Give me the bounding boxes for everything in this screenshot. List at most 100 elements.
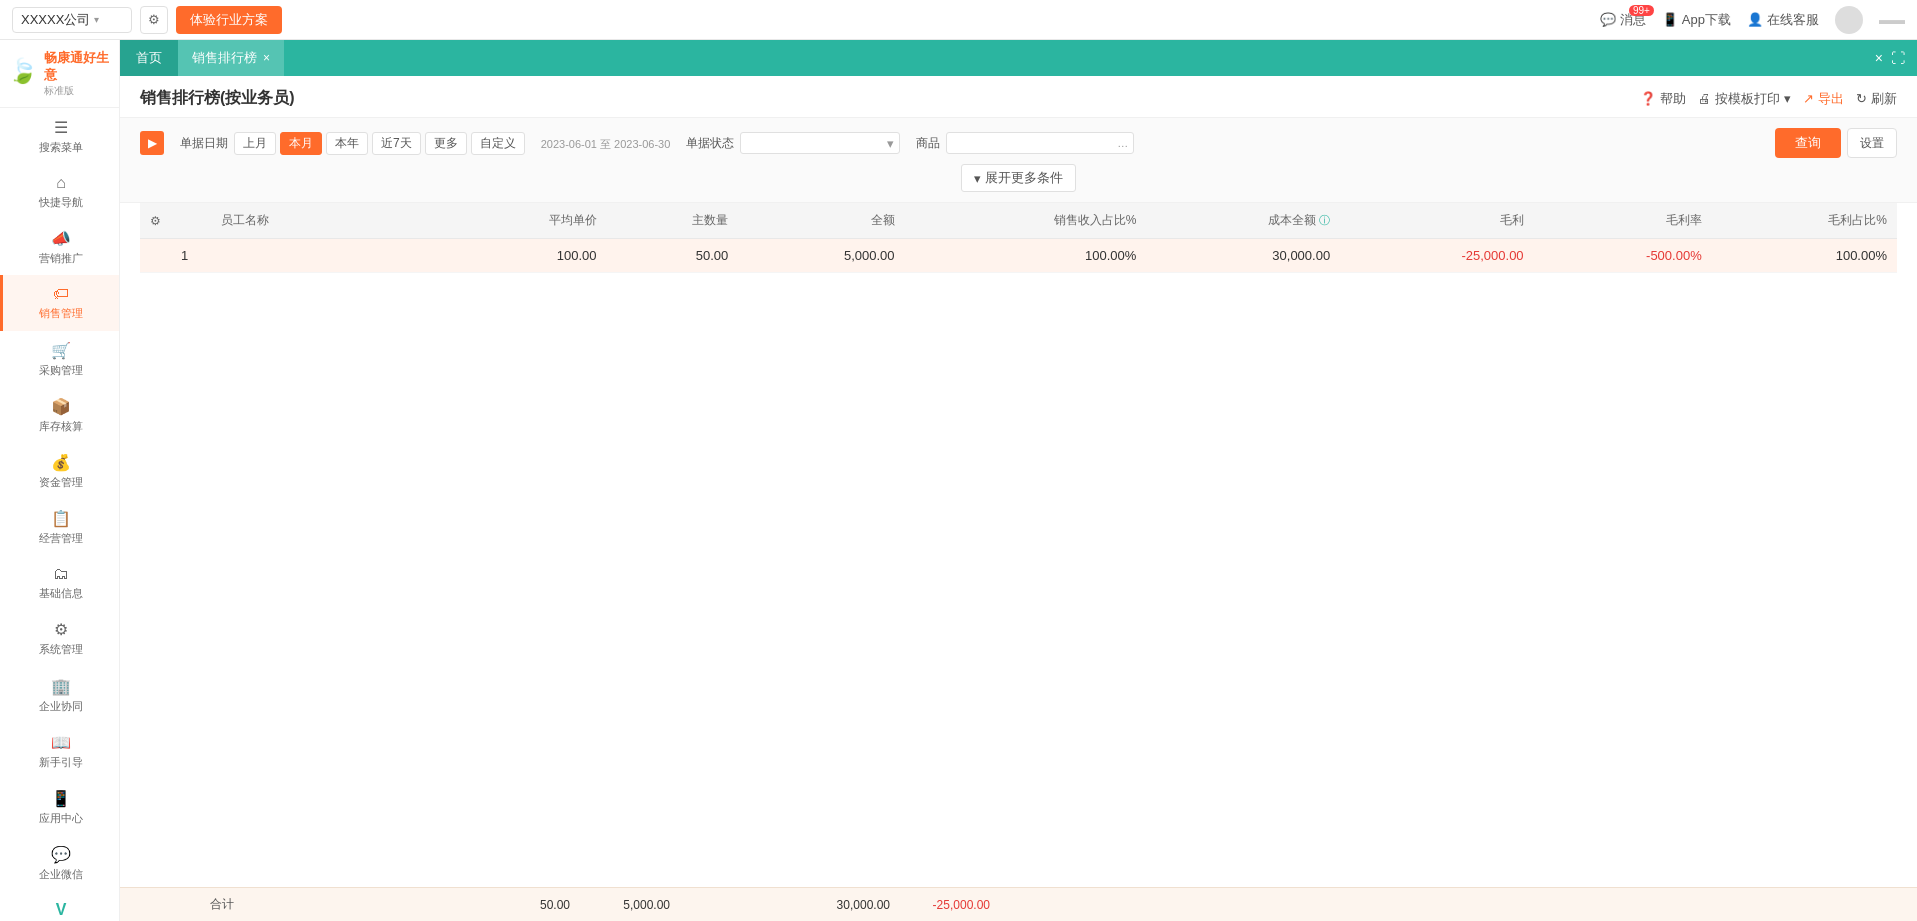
col-settings[interactable]: ⚙ — [140, 203, 171, 239]
sidebar-item-member[interactable]: V 畅会员 — [0, 891, 119, 921]
purchase-icon: 🛒 — [51, 341, 71, 360]
row-settings — [140, 239, 171, 273]
message-icon: 💬 — [1600, 12, 1616, 27]
row-gross-rate: -500.00% — [1534, 239, 1712, 273]
system-icon: ⚙ — [54, 620, 68, 639]
service-icon: 👤 — [1747, 12, 1763, 27]
goods-input-wrapper: … — [946, 132, 1134, 154]
logo-text: 畅康通好生意 标准版 — [44, 50, 111, 97]
tab-close-all-button[interactable]: × — [1875, 50, 1883, 66]
main-layout: 🍃 畅康通好生意 标准版 ☰ 搜索菜单 ⌂ 快捷导航 📣 营销推广 🏷 销售管理… — [0, 40, 1917, 921]
online-service-button[interactable]: 👤 在线客服 — [1747, 11, 1819, 29]
search-icon: ☰ — [54, 118, 68, 137]
header-actions: ❓ 帮助 🖨 按模板打印 ▾ ↗ 导出 ↻ 刷新 — [1640, 90, 1897, 108]
tab-restore-button[interactable]: ⛶ — [1891, 50, 1905, 66]
date-btn-this-month[interactable]: 本月 — [280, 132, 322, 155]
home-icon: ⌂ — [56, 174, 66, 192]
date-filter-group: 单据日期 上月 本月 本年 近7天 更多 自定义 — [180, 132, 525, 155]
sidebar: 🍃 畅康通好生意 标准版 ☰ 搜索菜单 ⌂ 快捷导航 📣 营销推广 🏷 销售管理… — [0, 40, 120, 921]
sidebar-item-basic[interactable]: 🗂 基础信息 — [0, 555, 119, 610]
user-name[interactable]: ▬▬ — [1879, 12, 1905, 27]
date-btn-last-month[interactable]: 上月 — [234, 132, 276, 155]
col-qty: 主数量 — [607, 203, 739, 239]
trial-button[interactable]: 体验行业方案 — [176, 6, 282, 34]
help-icon: ❓ — [1640, 91, 1656, 106]
date-btn-more[interactable]: 更多 — [425, 132, 467, 155]
sidebar-item-inventory[interactable]: 📦 库存核算 — [0, 387, 119, 443]
app-download-button[interactable]: 📱 App下载 — [1662, 11, 1731, 29]
tab-sales-rank[interactable]: 销售排行榜 × — [178, 40, 284, 76]
sidebar-item-finance[interactable]: 💰 资金管理 — [0, 443, 119, 499]
goods-input[interactable] — [946, 132, 1134, 154]
help-button[interactable]: ❓ 帮助 — [1640, 90, 1686, 108]
filter-toggle-icon: ▶ — [148, 136, 157, 150]
table-settings-button[interactable]: 设置 — [1847, 128, 1897, 158]
print-button[interactable]: 🖨 按模板打印 ▾ — [1698, 90, 1791, 108]
col-sales-ratio: 销售收入占比% — [905, 203, 1147, 239]
export-button[interactable]: ↗ 导出 — [1803, 90, 1844, 108]
expand-icon: ▾ — [974, 171, 981, 186]
table-row[interactable]: 1 100.00 50.00 5,000.00 100.00% 30,000.0… — [140, 239, 1897, 273]
col-rank — [171, 203, 211, 239]
col-gross-ratio: 毛利占比% — [1712, 203, 1897, 239]
print-chevron-icon: ▾ — [1784, 91, 1791, 106]
table-wrapper: ⚙ 员工名称 平均单价 主数量 全额 销售收入占比% 成本全额 ⓘ 毛利 毛利率… — [120, 203, 1917, 887]
sidebar-item-sales[interactable]: 🏷 销售管理 — [0, 275, 119, 330]
footer-cells: 合计 50.00 5,000.00 30,000.00 -25,000.00 — [140, 896, 1897, 913]
top-right-actions: 💬 消息 99+ 📱 App下载 👤 在线客服 ▬▬ — [1600, 6, 1905, 34]
sidebar-item-search[interactable]: ☰ 搜索菜单 — [0, 108, 119, 164]
sidebar-item-system[interactable]: ⚙ 系统管理 — [0, 610, 119, 666]
tab-home[interactable]: 首页 — [120, 40, 178, 76]
tabs-bar: 首页 销售排行榜 × × ⛶ — [120, 40, 1917, 76]
row-avg-price: 100.00 — [446, 239, 606, 273]
row-sales-ratio: 100.00% — [905, 239, 1147, 273]
message-badge: 99+ — [1629, 5, 1654, 16]
sidebar-item-purchase[interactable]: 🛒 采购管理 — [0, 331, 119, 387]
col-employee: 员工名称 — [211, 203, 446, 239]
sidebar-item-apps[interactable]: 📱 应用中心 — [0, 779, 119, 835]
sidebar-item-shortcut[interactable]: ⌂ 快捷导航 — [0, 164, 119, 219]
logo-area: 🍃 畅康通好生意 标准版 — [0, 40, 119, 108]
page-content: 销售排行榜(按业务员) ❓ 帮助 🖨 按模板打印 ▾ ↗ 导出 — [120, 76, 1917, 921]
date-label: 单据日期 — [180, 135, 228, 152]
tab-close-button[interactable]: × — [263, 51, 270, 65]
sidebar-item-guide[interactable]: 📖 新手引导 — [0, 723, 119, 779]
settings-button[interactable]: ⚙ — [140, 6, 168, 34]
service-label: 在线客服 — [1767, 11, 1819, 29]
enterprise-icon: 🏢 — [51, 677, 71, 696]
message-button[interactable]: 💬 消息 99+ — [1600, 11, 1646, 29]
tab-controls: × ⛶ — [1875, 50, 1917, 66]
goods-label: 商品 — [916, 135, 940, 152]
avatar[interactable] — [1835, 6, 1863, 34]
refresh-button[interactable]: ↻ 刷新 — [1856, 90, 1897, 108]
filter-toggle-button[interactable]: ▶ — [140, 131, 164, 155]
status-select[interactable] — [740, 132, 900, 154]
sidebar-item-operation[interactable]: 📋 经营管理 — [0, 499, 119, 555]
export-icon: ↗ — [1803, 91, 1814, 106]
footer-label: 合计 — [210, 896, 400, 913]
sidebar-item-marketing[interactable]: 📣 营销推广 — [0, 219, 119, 275]
expand-button[interactable]: ▾ 展开更多条件 — [961, 164, 1076, 192]
marketing-icon: 📣 — [51, 229, 71, 248]
col-cost: 成本全额 ⓘ — [1146, 203, 1340, 239]
date-range-display: 2023-06-01 至 2023-06-30 — [541, 135, 671, 152]
row-amount: 5,000.00 — [738, 239, 904, 273]
app-icon: 📱 — [1662, 12, 1678, 27]
company-selector[interactable]: XXXXX公司 ▾ — [12, 7, 132, 33]
goods-more-icon[interactable]: … — [1117, 137, 1128, 149]
app-label: App下载 — [1682, 11, 1731, 29]
date-btn-this-year[interactable]: 本年 — [326, 132, 368, 155]
refresh-icon: ↻ — [1856, 91, 1867, 106]
date-btn-7days[interactable]: 近7天 — [372, 132, 421, 155]
main-table: ⚙ 员工名称 平均单价 主数量 全额 销售收入占比% 成本全额 ⓘ 毛利 毛利率… — [140, 203, 1897, 273]
footer-qty: 50.00 — [490, 898, 570, 912]
date-btn-custom[interactable]: 自定义 — [471, 132, 525, 155]
sidebar-item-enterprise[interactable]: 🏢 企业协同 — [0, 667, 119, 723]
date-options: 上月 本月 本年 近7天 更多 自定义 — [234, 132, 525, 155]
query-button[interactable]: 查询 — [1775, 128, 1841, 158]
status-label: 单据状态 — [686, 135, 734, 152]
basic-icon: 🗂 — [53, 565, 69, 583]
footer-amount: 5,000.00 — [570, 898, 670, 912]
sidebar-item-wechat[interactable]: 💬 企业微信 — [0, 835, 119, 891]
print-icon: 🖨 — [1698, 91, 1711, 106]
